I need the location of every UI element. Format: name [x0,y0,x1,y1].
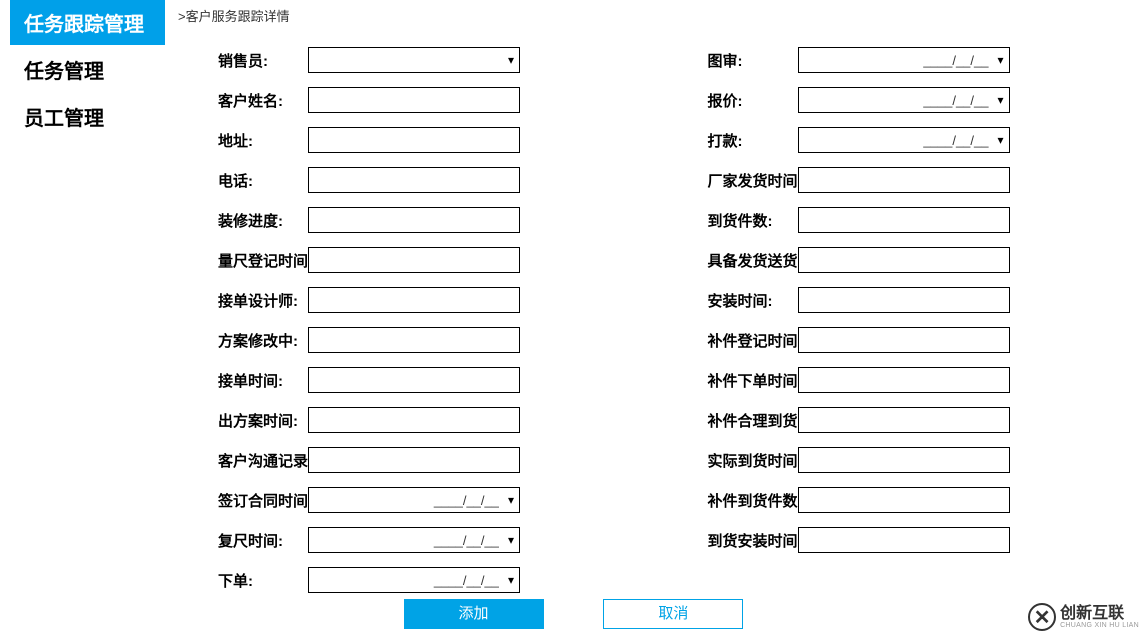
sidebar-item-task-mgmt[interactable]: 任务管理 [10,47,165,92]
field-label: 签订合同时间: [178,490,308,511]
field-label: 补件到货件数: [668,490,798,511]
form-row: 接单设计师: [178,280,638,320]
field-label: 到货件数: [668,210,798,231]
field-label: 安装时间: [668,290,798,311]
field-label: 到货安装时间: [668,530,798,551]
breadcrumb: >客户服务跟踪详情 [178,6,290,25]
field-label: 方案修改中: [178,330,308,351]
text-input[interactable] [308,447,520,473]
field-label: 复尺时间: [178,530,308,551]
field-label: 图审: [668,50,798,71]
text-input[interactable] [798,407,1010,433]
form-row: 到货件数: [668,200,1128,240]
form-row: 复尺时间:____/__/__ [178,520,638,560]
form-row: 报价:____/__/__ [668,80,1128,120]
form-row: 补件登记时间: [668,320,1128,360]
text-input[interactable] [798,247,1010,273]
sidebar: 任务跟踪管理 任务管理 员工管理 [10,0,165,141]
form-row: 地址: [178,120,638,160]
sidebar-item-task-tracking[interactable]: 任务跟踪管理 [10,0,165,45]
form-row: 装修进度: [178,200,638,240]
text-input[interactable] [308,287,520,313]
field-label: 客户沟通记录: [178,450,308,471]
text-input[interactable] [798,327,1010,353]
form-row: 客户姓名: [178,80,638,120]
field-label: 客户姓名: [178,90,308,111]
field-label: 接单时间: [178,370,308,391]
date-select[interactable]: ____/__/__ [798,47,1010,73]
sidebar-item-staff-mgmt[interactable]: 员工管理 [10,94,165,139]
form-row: 到货安装时间: [668,520,1128,560]
form-row: 图审:____/__/__ [668,40,1128,80]
form-row: 签订合同时间:____/__/__ [178,480,638,520]
text-input[interactable] [798,287,1010,313]
form-row: 客户沟通记录: [178,440,638,480]
form-row: 厂家发货时间: [668,160,1128,200]
field-label: 补件合理到货时间: [668,410,798,431]
text-input[interactable] [308,207,520,233]
form-row: 补件下单时间: [668,360,1128,400]
form-right-column: 图审:____/__/__报价:____/__/__打款:____/__/__厂… [668,40,1128,600]
field-label: 地址: [178,130,308,151]
logo-text-cn: 创新互联 [1060,606,1139,622]
form-row: 电话: [178,160,638,200]
text-input[interactable] [308,167,520,193]
field-label: 补件下单时间: [668,370,798,391]
form-row: 实际到货时间: [668,440,1128,480]
text-input[interactable] [308,367,520,393]
text-input[interactable] [308,127,520,153]
field-label: 报价: [668,90,798,111]
form-row: 安装时间: [668,280,1128,320]
form-row: 方案修改中: [178,320,638,360]
date-select[interactable]: ____/__/__ [308,487,520,513]
form-row: 出方案时间: [178,400,638,440]
form-row: 补件合理到货时间: [668,400,1128,440]
field-label: 补件登记时间: [668,330,798,351]
logo-icon: ✕ [1028,603,1056,631]
form-row: 下单:____/__/__ [178,560,638,600]
form-row: 补件到货件数: [668,480,1128,520]
field-label: 实际到货时间: [668,450,798,471]
text-input[interactable] [798,447,1010,473]
form-row: 具备发货送货时间: [668,240,1128,280]
text-input[interactable] [308,327,520,353]
field-label: 电话: [178,170,308,191]
form-buttons: 添加 取消 [0,599,1147,629]
cancel-button[interactable]: 取消 [603,599,743,629]
text-input[interactable] [308,407,520,433]
text-input[interactable] [798,207,1010,233]
text-input[interactable] [798,367,1010,393]
date-select[interactable]: ____/__/__ [308,527,520,553]
form-row: 销售员: [178,40,638,80]
select-input[interactable] [308,47,520,73]
field-label: 接单设计师: [178,290,308,311]
field-label: 打款: [668,130,798,151]
text-input[interactable] [308,87,520,113]
text-input[interactable] [308,247,520,273]
text-input[interactable] [798,167,1010,193]
form-area: 销售员: 客户姓名: 地址: 电话: 装修进度: 量尺登记时间: 接单设计师: 方案修改中: 接… [178,40,1127,585]
add-button[interactable]: 添加 [404,599,544,629]
date-select[interactable]: ____/__/__ [798,87,1010,113]
form-row: 量尺登记时间: [178,240,638,280]
form-row: 接单时间: [178,360,638,400]
logo-text-en: CHUANG XIN HU LIAN [1060,622,1139,629]
field-label: 厂家发货时间: [668,170,798,191]
field-label: 出方案时间: [178,410,308,431]
form-left-column: 销售员: 客户姓名: 地址: 电话: 装修进度: 量尺登记时间: 接单设计师: 方案修改中: 接… [178,40,638,600]
text-input[interactable] [798,487,1010,513]
text-input[interactable] [798,527,1010,553]
field-label: 装修进度: [178,210,308,231]
field-label: 销售员: [178,50,308,71]
date-select[interactable]: ____/__/__ [798,127,1010,153]
date-select[interactable]: ____/__/__ [308,567,520,593]
field-label: 下单: [178,570,308,591]
brand-logo: ✕ 创新互联 CHUANG XIN HU LIAN [1028,603,1139,631]
form-row: 打款:____/__/__ [668,120,1128,160]
field-label: 具备发货送货时间: [668,250,798,271]
field-label: 量尺登记时间: [178,250,308,271]
